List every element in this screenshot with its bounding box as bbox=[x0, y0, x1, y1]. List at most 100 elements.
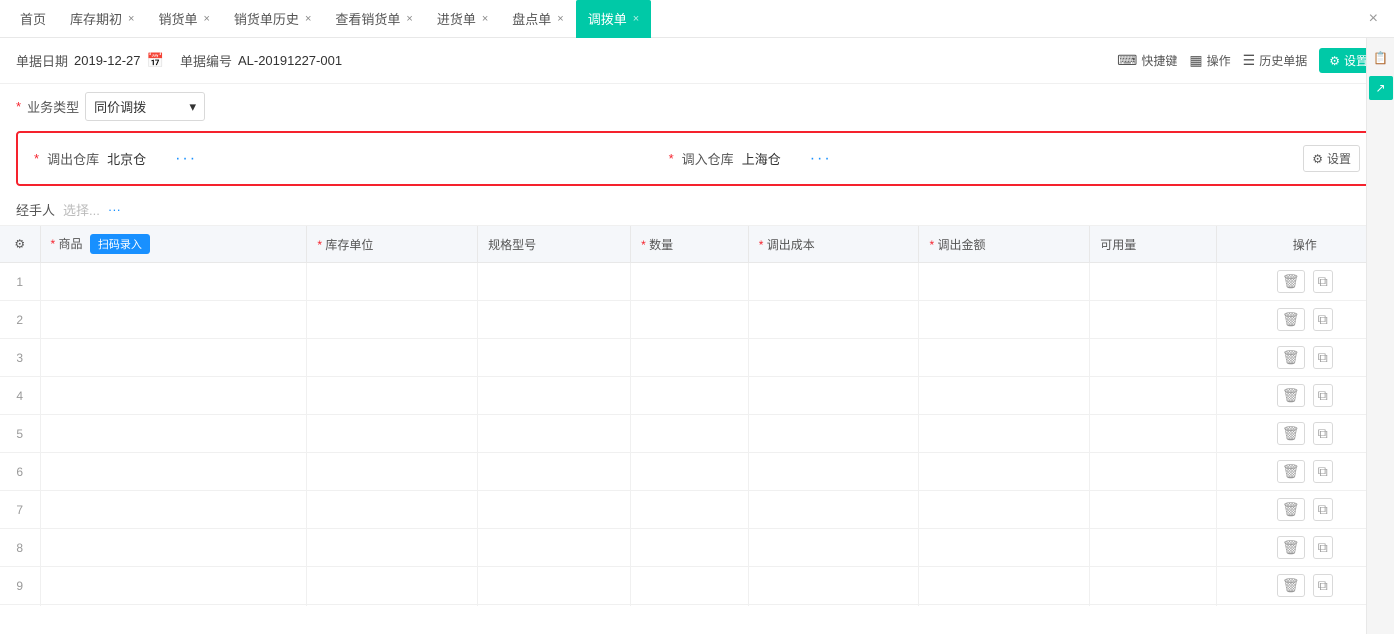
tab-inventory-init[interactable]: 库存期初 × bbox=[58, 0, 146, 38]
shortcuts-button[interactable]: ⌨ 快捷键 bbox=[1117, 52, 1177, 69]
row-qty[interactable] bbox=[631, 263, 749, 301]
row-available bbox=[1090, 377, 1216, 415]
row-num: 7 bbox=[0, 491, 40, 529]
tab-transfer-close[interactable]: × bbox=[633, 13, 639, 25]
tab-purchase-close[interactable]: × bbox=[482, 13, 488, 25]
copy-row-button[interactable]: ⧉ bbox=[1313, 536, 1333, 559]
tab-sales-history[interactable]: 销货单历史 × bbox=[222, 0, 323, 38]
row-qty[interactable] bbox=[631, 605, 749, 607]
tab-home[interactable]: 首页 bbox=[8, 0, 58, 38]
copy-row-button[interactable]: ⧉ bbox=[1313, 498, 1333, 521]
row-cost[interactable] bbox=[748, 263, 919, 301]
delete-row-button[interactable]: 🗑 bbox=[1277, 460, 1305, 483]
delete-row-button[interactable]: 🗑 bbox=[1277, 422, 1305, 445]
tab-sales-close[interactable]: × bbox=[203, 13, 209, 25]
delete-row-button[interactable]: 🗑 bbox=[1277, 574, 1305, 597]
row-amount bbox=[919, 263, 1090, 301]
row-qty[interactable] bbox=[631, 453, 749, 491]
row-product[interactable] bbox=[40, 263, 307, 301]
date-field: 单据日期 2019-12-27 📅 bbox=[16, 51, 164, 70]
tab-home-label: 首页 bbox=[20, 9, 46, 28]
unit-required-mark: * bbox=[317, 238, 322, 252]
warehouse-gear-button[interactable]: ⚙ 设置 bbox=[1303, 145, 1360, 172]
row-product[interactable] bbox=[40, 377, 307, 415]
copy-row-button[interactable]: ⧉ bbox=[1313, 384, 1333, 407]
handler-more-button[interactable]: ··· bbox=[108, 202, 121, 217]
warehouse-out-value: 北京仓 bbox=[107, 149, 167, 168]
delete-row-button[interactable]: 🗑 bbox=[1277, 498, 1305, 521]
history-button[interactable]: ☰ 历史单据 bbox=[1243, 52, 1308, 69]
row-unit bbox=[307, 415, 478, 453]
table-row: 6 🗑 ⧉ bbox=[0, 453, 1394, 491]
row-cost[interactable] bbox=[748, 453, 919, 491]
th-gear[interactable]: ⚙ bbox=[0, 226, 40, 263]
copy-row-button[interactable]: ⧉ bbox=[1313, 308, 1333, 331]
tab-stocktake-close[interactable]: × bbox=[557, 13, 563, 25]
row-product[interactable] bbox=[40, 453, 307, 491]
row-qty[interactable] bbox=[631, 529, 749, 567]
settings-gear-icon: ⚙ bbox=[1329, 54, 1340, 68]
business-type-dropdown[interactable]: 同价调拨 ▾ bbox=[85, 92, 205, 121]
cost-required-mark: * bbox=[759, 238, 764, 252]
calendar-icon[interactable]: 📅 bbox=[147, 52, 164, 69]
row-qty[interactable] bbox=[631, 301, 749, 339]
scan-button[interactable]: 扫码录入 bbox=[90, 234, 150, 254]
row-qty[interactable] bbox=[631, 567, 749, 605]
delete-row-button[interactable]: 🗑 bbox=[1277, 270, 1305, 293]
row-product[interactable] bbox=[40, 491, 307, 529]
row-qty[interactable] bbox=[631, 377, 749, 415]
row-cost[interactable] bbox=[748, 301, 919, 339]
row-cost[interactable] bbox=[748, 605, 919, 607]
copy-row-button[interactable]: ⧉ bbox=[1313, 574, 1333, 597]
row-cost[interactable] bbox=[748, 377, 919, 415]
history-label: 历史单据 bbox=[1259, 52, 1307, 69]
row-product[interactable] bbox=[40, 415, 307, 453]
row-amount bbox=[919, 453, 1090, 491]
row-cost[interactable] bbox=[748, 567, 919, 605]
window-close-button[interactable]: × bbox=[1361, 10, 1386, 28]
tab-sales-order[interactable]: 销货单 × bbox=[146, 0, 221, 38]
tab-transfer-label: 调拨单 bbox=[588, 9, 627, 28]
warehouse-out-more-button[interactable]: ··· bbox=[175, 150, 197, 168]
sidebar-doc-icon[interactable]: 📋 bbox=[1369, 46, 1393, 70]
row-product[interactable] bbox=[40, 567, 307, 605]
delete-row-button[interactable]: 🗑 bbox=[1277, 536, 1305, 559]
delete-row-button[interactable]: 🗑 bbox=[1277, 346, 1305, 369]
tab-view-sales-close[interactable]: × bbox=[406, 13, 412, 25]
row-cost[interactable] bbox=[748, 491, 919, 529]
delete-row-button[interactable]: 🗑 bbox=[1277, 384, 1305, 407]
tab-stocktake[interactable]: 盘点单 × bbox=[500, 0, 575, 38]
tab-purchase-label: 进货单 bbox=[437, 9, 476, 28]
row-num: 2 bbox=[0, 301, 40, 339]
tab-inventory-close[interactable]: × bbox=[128, 13, 134, 25]
row-qty[interactable] bbox=[631, 415, 749, 453]
row-cost[interactable] bbox=[748, 529, 919, 567]
row-product[interactable] bbox=[40, 605, 307, 607]
row-product[interactable] bbox=[40, 529, 307, 567]
warehouse-out-field: * 调出仓库 北京仓 ··· bbox=[34, 149, 629, 168]
copy-row-button[interactable]: ⧉ bbox=[1313, 346, 1333, 369]
table-body: 1 🗑 ⧉ 2 🗑 bbox=[0, 263, 1394, 607]
delete-row-button[interactable]: 🗑 bbox=[1277, 308, 1305, 331]
warehouse-in-more-button[interactable]: ··· bbox=[810, 150, 832, 168]
copy-row-button[interactable]: ⧉ bbox=[1313, 270, 1333, 293]
tab-transfer[interactable]: 调拨单 × bbox=[576, 0, 651, 38]
copy-row-button[interactable]: ⧉ bbox=[1313, 422, 1333, 445]
date-value: 2019-12-27 bbox=[74, 53, 141, 68]
row-product[interactable] bbox=[40, 301, 307, 339]
row-qty[interactable] bbox=[631, 339, 749, 377]
tab-sales-history-close[interactable]: × bbox=[305, 13, 311, 25]
row-cost[interactable] bbox=[748, 339, 919, 377]
tab-view-sales[interactable]: 查看销货单 × bbox=[323, 0, 424, 38]
handler-placeholder[interactable]: 选择... bbox=[63, 200, 100, 219]
operations-button[interactable]: ▦ 操作 bbox=[1189, 52, 1230, 69]
row-available bbox=[1090, 567, 1216, 605]
row-qty[interactable] bbox=[631, 491, 749, 529]
history-icon: ☰ bbox=[1243, 52, 1256, 69]
copy-row-button[interactable]: ⧉ bbox=[1313, 460, 1333, 483]
row-product[interactable] bbox=[40, 339, 307, 377]
tab-purchase[interactable]: 进货单 × bbox=[425, 0, 500, 38]
sidebar-link-icon[interactable]: ↗ bbox=[1369, 76, 1393, 100]
row-unit bbox=[307, 301, 478, 339]
row-cost[interactable] bbox=[748, 415, 919, 453]
